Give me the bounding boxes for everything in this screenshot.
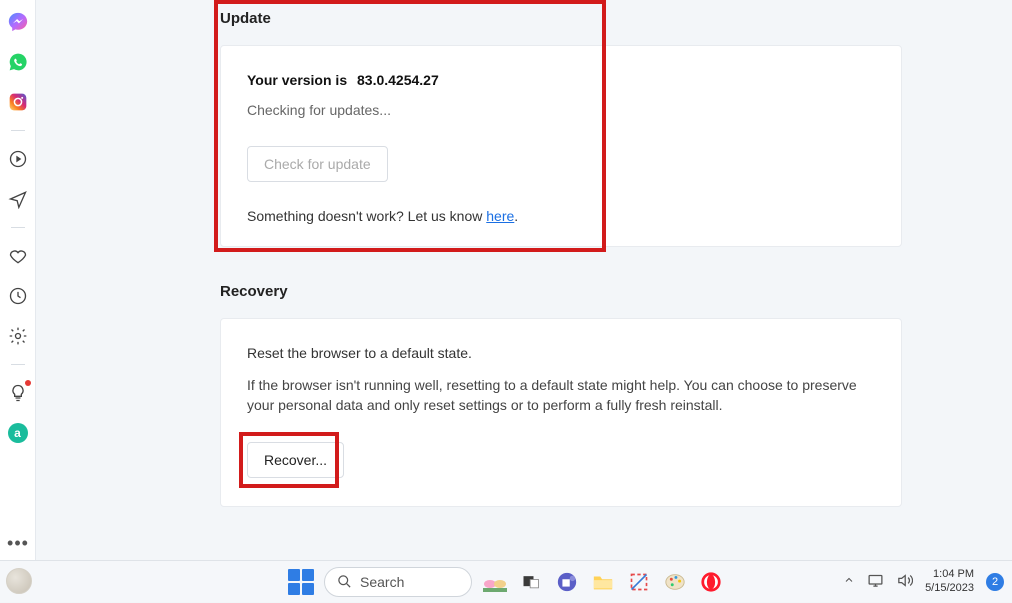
- whatsapp-icon[interactable]: [6, 50, 30, 74]
- taskbar-app-flowers-icon[interactable]: [482, 569, 508, 595]
- version-label: Your version is: [247, 72, 347, 88]
- taskbar-right: 1:04 PM 5/15/2023 2: [843, 561, 1004, 603]
- taskbar-paint-icon[interactable]: [662, 569, 688, 595]
- update-section-title: Update: [220, 10, 1012, 27]
- taskbar-snip-icon[interactable]: [626, 569, 652, 595]
- heart-icon[interactable]: [6, 244, 30, 268]
- a-badge-icon[interactable]: a: [6, 421, 30, 445]
- feedback-line: Something doesn't work? Let us know here…: [247, 208, 875, 224]
- check-for-update-button[interactable]: Check for update: [247, 146, 388, 182]
- tray-display-icon[interactable]: [867, 572, 884, 592]
- feedback-link[interactable]: here: [486, 208, 514, 224]
- sidebar-divider: [11, 227, 25, 228]
- recovery-desc: Reset the browser to a default state.: [247, 345, 875, 361]
- feedback-suffix: .: [514, 208, 518, 224]
- search-placeholder: Search: [360, 574, 404, 590]
- feedback-prefix: Something doesn't work? Let us know: [247, 208, 486, 224]
- recovery-card: Reset the browser to a default state. If…: [220, 318, 902, 507]
- version-line: Your version is 83.0.4254.27: [247, 72, 875, 88]
- send-icon[interactable]: [6, 187, 30, 211]
- start-button[interactable]: [288, 569, 314, 595]
- taskbar-taskview-icon[interactable]: [518, 569, 544, 595]
- opera-profile-icon[interactable]: [6, 568, 32, 594]
- taskbar-date: 5/15/2023: [925, 582, 974, 595]
- sidebar-divider: [11, 364, 25, 365]
- instagram-icon[interactable]: [6, 90, 30, 114]
- recover-button[interactable]: Recover...: [247, 442, 344, 478]
- tray-chevron-up-icon[interactable]: [843, 574, 855, 589]
- taskbar-search[interactable]: Search: [324, 567, 472, 597]
- sidebar-divider: [11, 130, 25, 131]
- update-card: Your version is 83.0.4254.27 Checking fo…: [220, 45, 902, 247]
- browser-sidebar: a •••: [0, 0, 36, 560]
- taskbar-opera-icon[interactable]: [698, 569, 724, 595]
- tray-volume-icon[interactable]: [896, 572, 913, 592]
- clock-icon[interactable]: [6, 284, 30, 308]
- settings-content: Update Your version is 83.0.4254.27 Chec…: [36, 0, 1012, 560]
- taskbar-teams-icon[interactable]: [554, 569, 580, 595]
- recovery-long: If the browser isn't running well, reset…: [247, 375, 875, 416]
- taskbar-center: Search: [288, 567, 724, 597]
- sidebar-more-button[interactable]: •••: [0, 533, 36, 554]
- version-value: 83.0.4254.27: [357, 72, 439, 88]
- notification-badge[interactable]: 2: [986, 573, 1004, 591]
- taskbar-time: 1:04 PM: [925, 568, 974, 581]
- messenger-icon[interactable]: [6, 10, 30, 34]
- taskbar-explorer-icon[interactable]: [590, 569, 616, 595]
- play-circle-icon[interactable]: [6, 147, 30, 171]
- update-status: Checking for updates...: [247, 102, 875, 118]
- recovery-section-title: Recovery: [220, 283, 1012, 300]
- lightbulb-icon[interactable]: [6, 381, 30, 405]
- gear-icon[interactable]: [6, 324, 30, 348]
- taskbar-left: [6, 560, 32, 602]
- windows-taskbar: Search: [0, 560, 1012, 602]
- taskbar-clock[interactable]: 1:04 PM 5/15/2023: [925, 568, 974, 594]
- search-icon: [337, 574, 352, 589]
